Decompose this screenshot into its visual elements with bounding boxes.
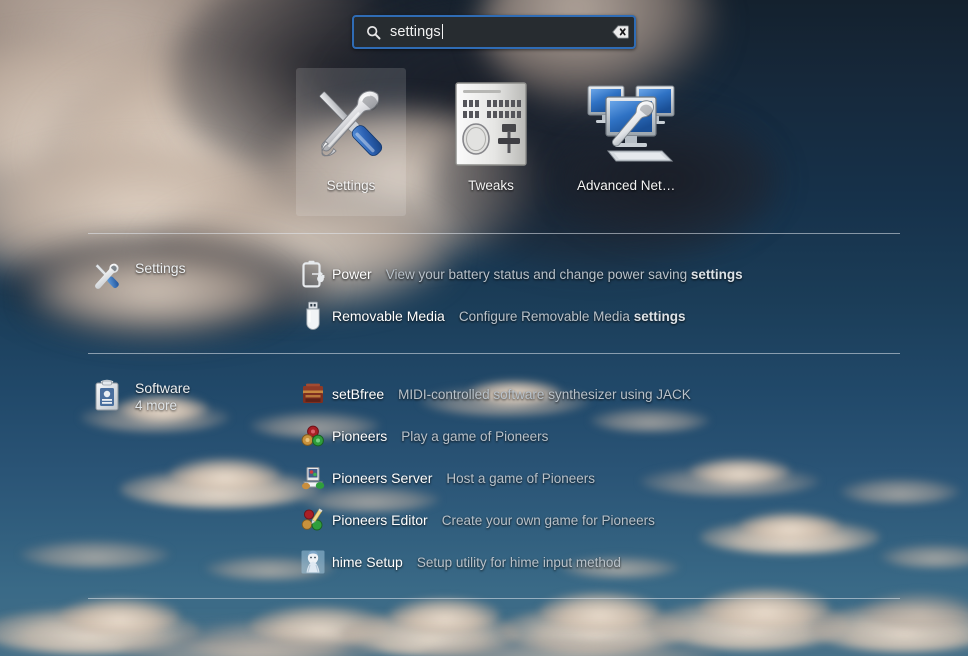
result-row-pioneers-editor[interactable]: Pioneers Editor Create your own game for… (296, 499, 936, 541)
category-header-settings: Settings (88, 257, 293, 295)
result-row-pioneers-server[interactable]: Pioneers Server Host a game of Pioneers (296, 457, 936, 499)
category-text: Settings (135, 257, 186, 278)
result-row-setbfree[interactable]: setBfree MIDI-controlled software synthe… (296, 373, 936, 415)
result-row-description: Host a game of Pioneers (446, 470, 595, 486)
result-row-name: Pioneers Editor (332, 512, 428, 528)
result-rows-software: setBfree MIDI-controlled software synthe… (296, 373, 936, 583)
text-caret (441, 24, 443, 40)
tweaks-panel-icon (443, 76, 539, 172)
separator-top (88, 233, 900, 234)
category-header-software: Software 4 more (88, 377, 293, 415)
app-tile-label: Settings (326, 178, 376, 193)
result-row-name: hime Setup (332, 554, 403, 570)
result-row-name: Pioneers (332, 428, 388, 444)
result-rows-settings: Power View your battery status and chang… (296, 253, 936, 337)
search-icon (360, 25, 386, 40)
battery-power-icon (296, 257, 330, 291)
clear-backspace-icon (611, 25, 629, 39)
result-row-description: Create your own game for Pioneers (441, 512, 655, 528)
result-row-name: Pioneers Server (332, 470, 433, 486)
app-tile-label: Advanced Netw… (577, 178, 685, 193)
result-row-removable-media[interactable]: Removable Media Configure Removable Medi… (296, 295, 936, 337)
result-row-pioneers[interactable]: Pioneers Play a game of Pioneers (296, 415, 936, 457)
result-row-power[interactable]: Power View your battery status and chang… (296, 253, 936, 295)
tools-wrench-screwdriver-icon (88, 257, 126, 295)
separator-bottom (88, 598, 900, 599)
app-tile-settings[interactable]: Settings (296, 68, 406, 216)
search-input[interactable]: settings (386, 24, 606, 40)
hime-setup-icon (296, 545, 330, 579)
tools-wrench-screwdriver-icon (303, 76, 399, 172)
result-row-description: Configure Removable Media settings (458, 308, 686, 324)
result-row-description: Play a game of Pioneers (401, 428, 549, 444)
result-row-description: View your battery status and change powe… (385, 266, 743, 282)
category-name: Software (135, 380, 191, 396)
software-package-icon (88, 377, 126, 415)
match-highlight: settings (633, 308, 686, 324)
pioneers-editor-icon (296, 503, 330, 537)
match-highlight: settings (690, 266, 743, 282)
separator-middle (88, 353, 900, 354)
category-more-count: 4 more (135, 398, 178, 413)
usb-drive-icon (296, 299, 330, 333)
result-row-description: Setup utility for hime input method (416, 554, 621, 570)
search-bar[interactable]: settings (352, 15, 636, 49)
result-row-name: Removable Media (332, 308, 445, 324)
pioneers-server-icon (296, 461, 330, 495)
category-name: Settings (135, 260, 186, 276)
app-tile-advanced-network[interactable]: Advanced Netw… (576, 68, 686, 216)
result-row-name: setBfree (332, 386, 385, 402)
app-tiles-row: Settings Tweaks Advanced Netw… (0, 68, 968, 216)
result-row-hime-setup[interactable]: hime Setup Setup utility for hime input … (296, 541, 936, 583)
setbfree-organ-icon (296, 377, 330, 411)
advanced-network-monitors-icon (583, 76, 679, 172)
app-tile-tweaks[interactable]: Tweaks (436, 68, 546, 216)
category-text: Software 4 more (135, 377, 190, 415)
search-input-value: settings (390, 24, 441, 40)
clear-search-button[interactable] (606, 25, 634, 39)
app-tile-label: Tweaks (468, 178, 514, 193)
pioneers-tokens-icon (296, 419, 330, 453)
result-row-name: Power (332, 266, 372, 282)
result-row-description: MIDI-controlled software synthesizer usi… (398, 386, 691, 402)
